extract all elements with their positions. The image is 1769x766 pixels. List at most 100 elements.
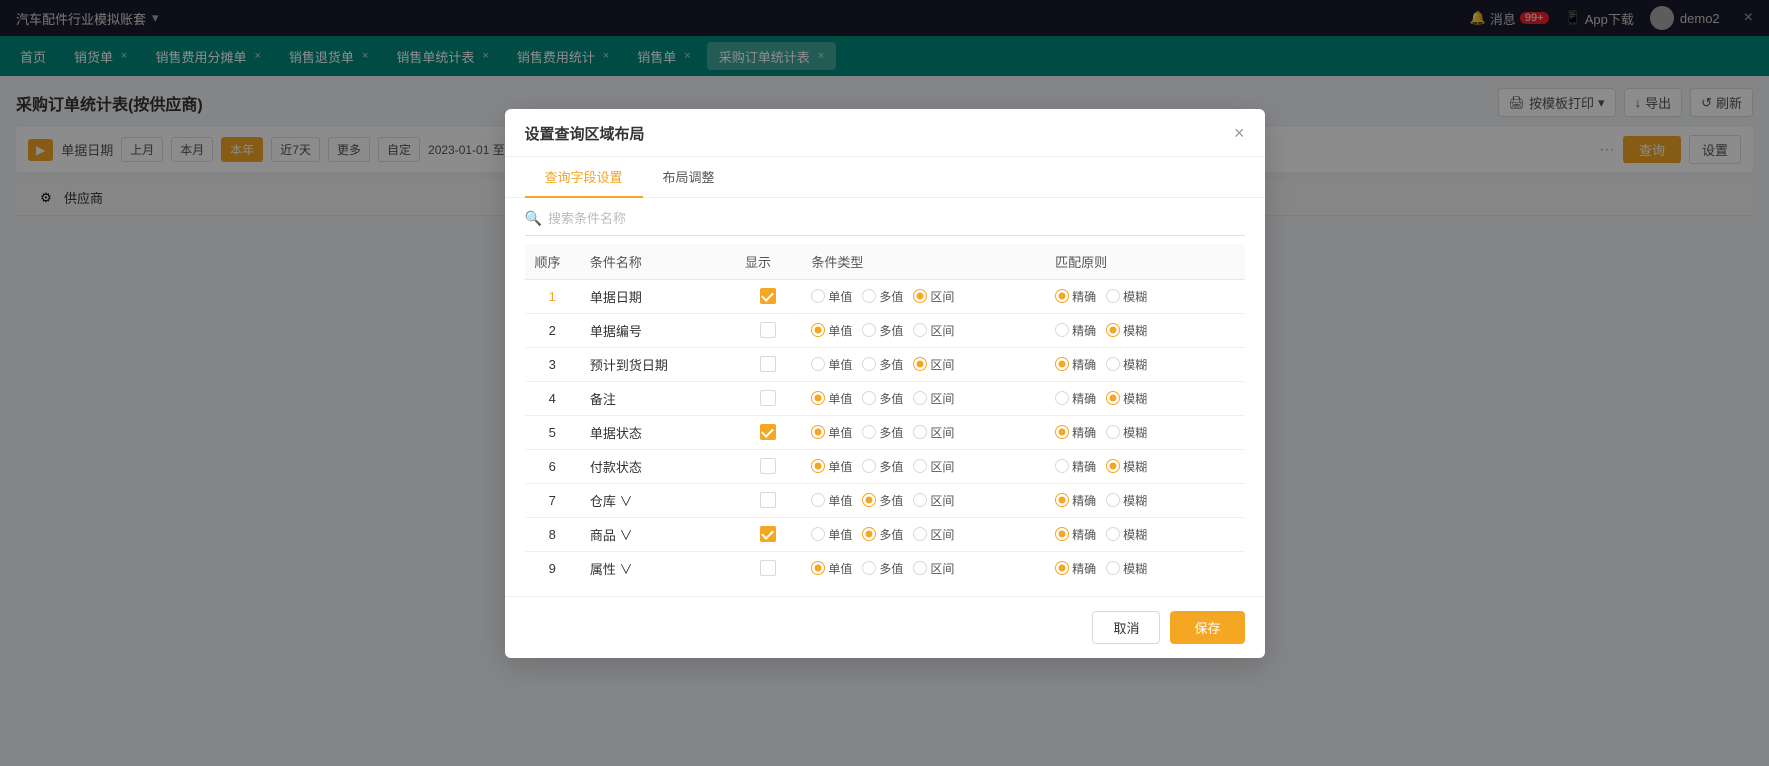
match-radio-精确[interactable] xyxy=(1055,289,1069,303)
match-radio-模糊[interactable] xyxy=(1106,561,1120,575)
match-radio-精确[interactable] xyxy=(1055,323,1069,337)
radio-单值[interactable] xyxy=(811,357,825,371)
row-4-match-模糊[interactable]: 模糊 xyxy=(1106,390,1147,407)
radio-多值[interactable] xyxy=(862,493,876,507)
row-6-type-多值[interactable]: 多值 xyxy=(862,458,903,475)
row-6-type-区间[interactable]: 区间 xyxy=(913,458,954,475)
match-radio-模糊[interactable] xyxy=(1106,323,1120,337)
row-9-type-区间[interactable]: 区间 xyxy=(913,560,954,577)
row-3-display[interactable] xyxy=(735,347,801,381)
save-button[interactable]: 保存 xyxy=(1170,611,1244,644)
radio-区间[interactable] xyxy=(913,459,927,473)
match-radio-模糊[interactable] xyxy=(1106,289,1120,303)
match-radio-精确[interactable] xyxy=(1055,357,1069,371)
row-2-display[interactable] xyxy=(735,313,801,347)
row-9-match-精确[interactable]: 精确 xyxy=(1055,560,1096,577)
row-4-display-checkbox[interactable] xyxy=(760,390,776,406)
row-9-display[interactable] xyxy=(735,551,801,584)
row-1-match-模糊[interactable]: 模糊 xyxy=(1106,288,1147,305)
search-input[interactable] xyxy=(548,211,748,226)
row-3-match-精确[interactable]: 精确 xyxy=(1055,356,1096,373)
radio-多值[interactable] xyxy=(862,459,876,473)
row-5-match-模糊[interactable]: 模糊 xyxy=(1106,424,1147,441)
row-7-type-多值[interactable]: 多值 xyxy=(862,492,903,509)
radio-单值[interactable] xyxy=(811,527,825,541)
match-radio-精确[interactable] xyxy=(1055,493,1069,507)
radio-多值[interactable] xyxy=(862,391,876,405)
row-7-type-区间[interactable]: 区间 xyxy=(913,492,954,509)
match-radio-模糊[interactable] xyxy=(1106,425,1120,439)
match-radio-精确[interactable] xyxy=(1055,391,1069,405)
row-4-display[interactable] xyxy=(735,381,801,415)
match-radio-精确[interactable] xyxy=(1055,425,1069,439)
row-2-match-模糊[interactable]: 模糊 xyxy=(1106,322,1147,339)
radio-区间[interactable] xyxy=(913,289,927,303)
row-2-type-多值[interactable]: 多值 xyxy=(862,322,903,339)
radio-单值[interactable] xyxy=(811,289,825,303)
row-1-type-单值[interactable]: 单值 xyxy=(811,288,852,305)
row-9-match-模糊[interactable]: 模糊 xyxy=(1106,560,1147,577)
row-6-display[interactable] xyxy=(735,449,801,483)
match-radio-精确[interactable] xyxy=(1055,527,1069,541)
row-9-type-单值[interactable]: 单值 xyxy=(811,560,852,577)
radio-区间[interactable] xyxy=(913,561,927,575)
match-radio-模糊[interactable] xyxy=(1106,527,1120,541)
row-3-match-模糊[interactable]: 模糊 xyxy=(1106,356,1147,373)
row-2-type-单值[interactable]: 单值 xyxy=(811,322,852,339)
row-5-type-多值[interactable]: 多值 xyxy=(862,424,903,441)
row-4-type-多值[interactable]: 多值 xyxy=(862,390,903,407)
radio-区间[interactable] xyxy=(913,425,927,439)
row-7-match-模糊[interactable]: 模糊 xyxy=(1106,492,1147,509)
row-2-type-区间[interactable]: 区间 xyxy=(913,322,954,339)
match-radio-模糊[interactable] xyxy=(1106,357,1120,371)
cancel-button[interactable]: 取消 xyxy=(1092,611,1160,644)
row-5-type-单值[interactable]: 单值 xyxy=(811,424,852,441)
row-7-display[interactable] xyxy=(735,483,801,517)
row-7-match-精确[interactable]: 精确 xyxy=(1055,492,1096,509)
row-9-type-多值[interactable]: 多值 xyxy=(862,560,903,577)
radio-多值[interactable] xyxy=(862,425,876,439)
row-5-match-精确[interactable]: 精确 xyxy=(1055,424,1096,441)
row-1-display[interactable] xyxy=(735,279,801,313)
radio-单值[interactable] xyxy=(811,323,825,337)
row-1-display-checkbox[interactable] xyxy=(760,288,776,304)
radio-区间[interactable] xyxy=(913,391,927,405)
row-3-display-checkbox[interactable] xyxy=(760,356,776,372)
row-6-match-精确[interactable]: 精确 xyxy=(1055,458,1096,475)
row-8-match-模糊[interactable]: 模糊 xyxy=(1106,526,1147,543)
radio-多值[interactable] xyxy=(862,561,876,575)
radio-多值[interactable] xyxy=(862,527,876,541)
row-3-type-区间[interactable]: 区间 xyxy=(913,356,954,373)
tab-field-settings[interactable]: 查询字段设置 xyxy=(525,157,643,198)
match-radio-精确[interactable] xyxy=(1055,561,1069,575)
radio-区间[interactable] xyxy=(913,493,927,507)
row-5-type-区间[interactable]: 区间 xyxy=(913,424,954,441)
radio-单值[interactable] xyxy=(811,391,825,405)
row-8-type-多值[interactable]: 多值 xyxy=(862,526,903,543)
match-radio-模糊[interactable] xyxy=(1106,493,1120,507)
row-1-match-精确[interactable]: 精确 xyxy=(1055,288,1096,305)
row-4-type-区间[interactable]: 区间 xyxy=(913,390,954,407)
row-4-match-精确[interactable]: 精确 xyxy=(1055,390,1096,407)
row-2-display-checkbox[interactable] xyxy=(760,322,776,338)
row-8-type-单值[interactable]: 单值 xyxy=(811,526,852,543)
row-8-type-区间[interactable]: 区间 xyxy=(913,526,954,543)
radio-区间[interactable] xyxy=(913,527,927,541)
row-8-match-精确[interactable]: 精确 xyxy=(1055,526,1096,543)
radio-区间[interactable] xyxy=(913,357,927,371)
row-1-type-区间[interactable]: 区间 xyxy=(913,288,954,305)
row-7-type-单值[interactable]: 单值 xyxy=(811,492,852,509)
row-4-type-单值[interactable]: 单值 xyxy=(811,390,852,407)
row-8-display[interactable] xyxy=(735,517,801,551)
row-3-type-单值[interactable]: 单值 xyxy=(811,356,852,373)
row-5-display[interactable] xyxy=(735,415,801,449)
radio-单值[interactable] xyxy=(811,493,825,507)
radio-单值[interactable] xyxy=(811,425,825,439)
radio-单值[interactable] xyxy=(811,561,825,575)
row-9-display-checkbox[interactable] xyxy=(760,560,776,576)
row-2-match-精确[interactable]: 精确 xyxy=(1055,322,1096,339)
radio-区间[interactable] xyxy=(913,323,927,337)
tab-layout-adjust[interactable]: 布局调整 xyxy=(643,157,735,198)
radio-多值[interactable] xyxy=(862,323,876,337)
row-1-type-多值[interactable]: 多值 xyxy=(862,288,903,305)
